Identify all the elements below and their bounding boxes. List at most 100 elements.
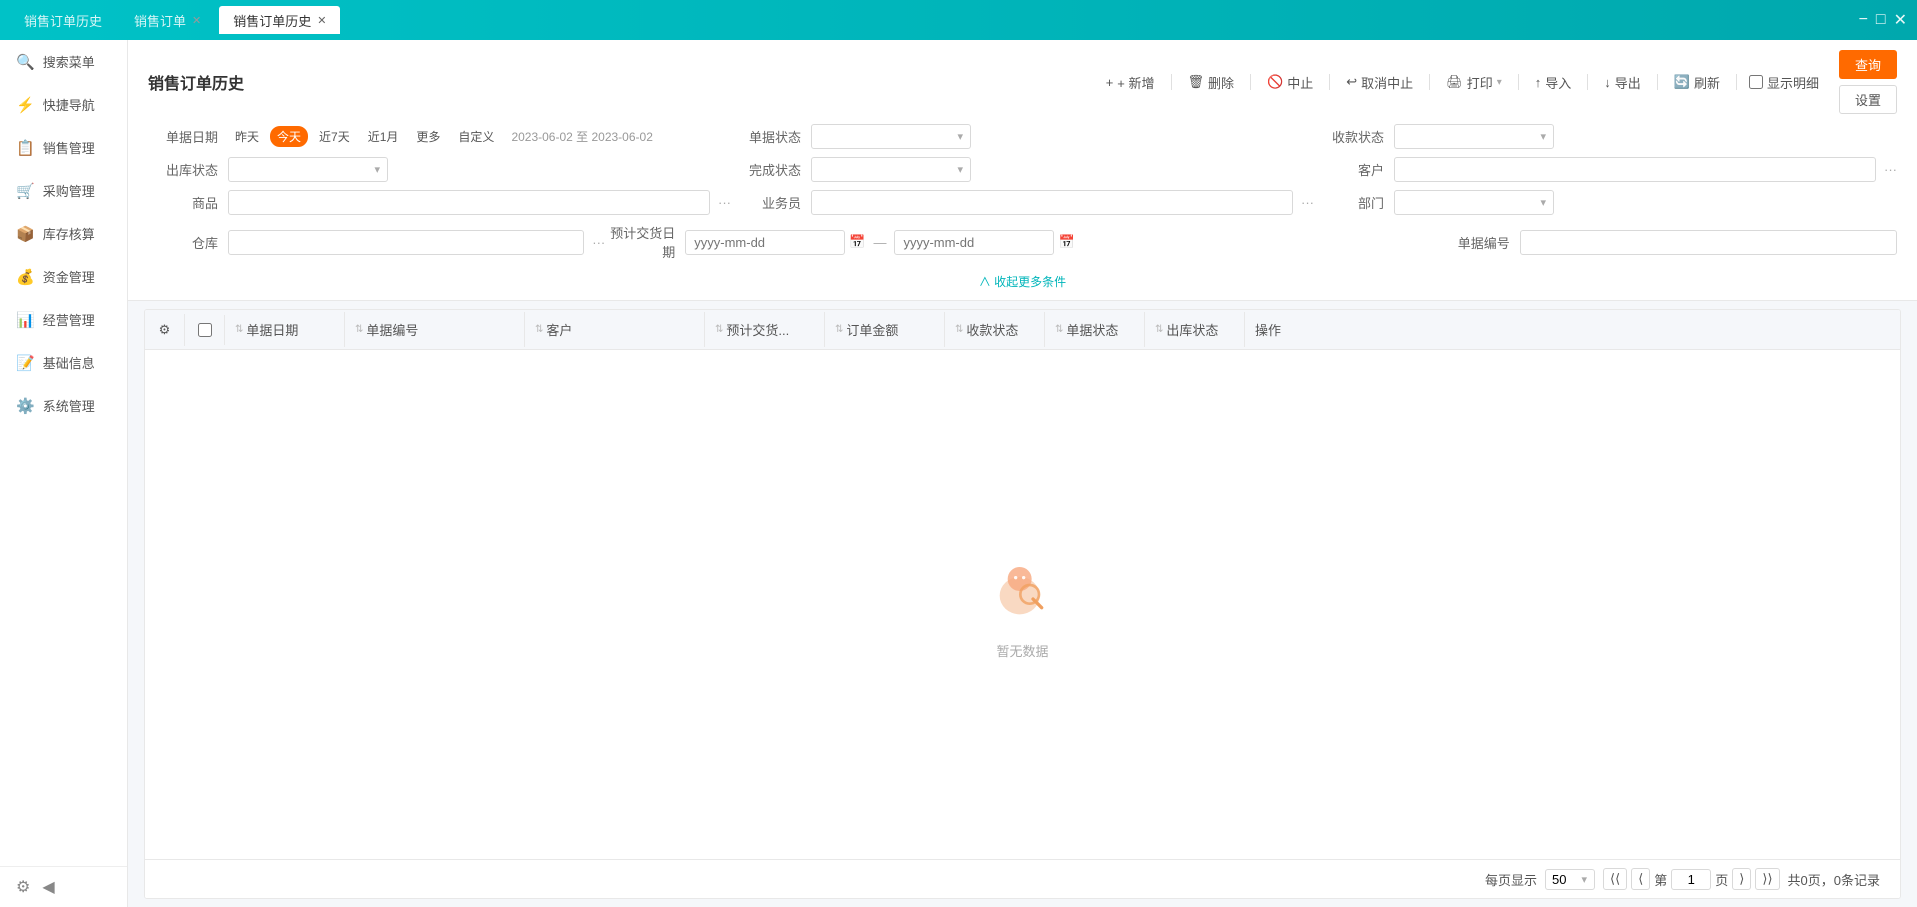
date-btn-more[interactable]: 更多 [409,126,447,147]
display-toggle[interactable]: 显示明细 [1749,73,1819,92]
th-amount-sort-icon[interactable]: ⇅ [835,324,843,335]
sidebar-collapse-icon[interactable]: ◀ [42,877,54,897]
status-select[interactable] [811,124,971,149]
delivery-date-start[interactable] [685,230,845,255]
salesman-dots-icon[interactable]: ··· [1301,195,1314,210]
page-first-button[interactable]: ⟨⟨ [1603,868,1627,890]
calendar-icon-start[interactable]: 📅 [849,234,865,250]
complete-select[interactable] [811,157,971,182]
tab-sales-order-history[interactable]: 销售订单历史 ✕ [219,6,340,34]
date-btn-custom[interactable]: 自定义 [451,126,501,147]
sidebar-item-system[interactable]: ⚙️ 系统管理 [0,384,127,427]
dept-select[interactable] [1394,190,1554,215]
page-prev-button[interactable]: ⟨ [1631,868,1650,890]
page-label-prefix: 第 [1654,870,1667,889]
th-delivery-sort-icon[interactable]: ⇅ [715,324,723,335]
print-chevron-icon: ▾ [1497,77,1502,88]
tab-sales-order-close[interactable]: ✕ [192,14,201,27]
refresh-button[interactable]: 🔄 刷新 [1670,71,1724,94]
tab-sales-order[interactable]: 销售订单 ✕ [120,6,215,34]
th-out-sort-icon[interactable]: ⇅ [1155,324,1163,335]
search-button[interactable]: 查询 [1839,50,1897,79]
sidebar-item-purchase-mgmt[interactable]: 🛒 采购管理 [0,169,127,212]
minimize-icon[interactable]: − [1859,11,1868,29]
complete-select-wrapper: ▾ [811,157,971,182]
th-delivery: ⇅ 预计交货... [705,312,825,347]
th-operation: 操作 [1245,312,1900,347]
collapse-arrow-icon: ∧ [979,275,991,289]
th-date-sort-icon[interactable]: ⇅ [235,324,243,335]
calendar-icon-end[interactable]: 📅 [1058,234,1074,250]
sidebar-settings-icon[interactable]: ⚙ [16,877,30,897]
cancel-stop-button[interactable]: ↩ 取消中止 [1342,71,1417,94]
th-pay-sort-icon[interactable]: ⇅ [955,324,963,335]
select-all-checkbox[interactable] [198,323,212,337]
sidebar-item-finance[interactable]: 💰 资金管理 [0,255,127,298]
date-btn-1month[interactable]: 近1月 [361,126,406,147]
export-icon: ↓ [1604,75,1611,90]
customer-input[interactable] [1394,157,1876,182]
sidebar-item-inventory-label: 库存核算 [43,224,95,243]
stop-label: 中止 [1287,73,1313,92]
main-layout: 🔍 搜索菜单 ⚡ 快捷导航 📋 销售管理 🛒 采购管理 📦 库存核算 💰 资金管… [0,40,1917,907]
tab-sales-order-history-close[interactable]: ✕ [317,14,326,27]
export-button[interactable]: ↓ 导出 [1600,71,1645,94]
sidebar-item-sales-mgmt[interactable]: 📋 销售管理 [0,126,127,169]
th-customer-label: 客户 [546,320,572,339]
goods-dots-icon[interactable]: ··· [718,195,731,210]
th-customer-sort-icon[interactable]: ⇅ [535,324,543,335]
quick-nav-icon: ⚡ [16,96,35,114]
th-number-sort-icon[interactable]: ⇅ [355,324,363,335]
page-number-input[interactable] [1671,869,1711,890]
delivery-date-end[interactable] [894,230,1054,255]
delete-button[interactable]: 🗑 删除 [1184,71,1239,94]
salesman-input[interactable] [811,190,1293,215]
sidebar-item-system-label: 系统管理 [43,396,95,415]
print-icon: 🖨 [1446,74,1463,90]
new-button[interactable]: + + 新增 [1102,71,1159,94]
date-btn-yesterday[interactable]: 昨天 [228,126,266,147]
sidebar-item-inventory[interactable]: 📦 库存核算 [0,212,127,255]
date-btn-today[interactable]: 今天 [270,126,308,147]
sidebar-item-search-menu[interactable]: 🔍 搜索菜单 [0,40,127,83]
window-close-icon[interactable]: ✕ [1894,10,1907,30]
top-bar: 销售订单历史 销售订单 ✕ 销售订单历史 ✕ − □ ✕ [0,0,1917,40]
page-last-button[interactable]: ⟩⟩ [1755,868,1779,890]
delivery-date-label: 预计交货日期 [605,223,685,261]
sidebar-item-search-menu-label: 搜索菜单 [43,52,95,71]
date-btn-7days[interactable]: 近7天 [312,126,357,147]
pay-status-select[interactable] [1394,124,1554,149]
system-icon: ⚙️ [16,397,35,415]
sidebar-bottom: ⚙ ◀ [0,866,127,907]
order-no-label: 单据编号 [1440,233,1520,252]
stop-button[interactable]: 🚫 中止 [1263,71,1317,94]
sidebar-item-base-info[interactable]: 📝 基础信息 [0,341,127,384]
settings-button[interactable]: 设置 [1839,85,1897,114]
page-next-button[interactable]: ⟩ [1732,868,1751,890]
maximize-icon[interactable]: □ [1876,11,1886,29]
sidebar-item-quick-nav[interactable]: ⚡ 快捷导航 [0,83,127,126]
tab-home[interactable]: 销售订单历史 [10,6,116,34]
th-gear[interactable]: ⚙ [145,314,185,346]
warehouse-dots-icon[interactable]: ··· [592,235,605,250]
th-check[interactable] [185,315,225,345]
total-text: 共0页，0条记录 [1788,870,1880,889]
sidebar-item-finance-label: 资金管理 [43,267,95,286]
inventory-icon: 📦 [16,225,35,243]
print-button[interactable]: 🖨 打印 ▾ [1442,71,1506,94]
order-no-input[interactable] [1520,230,1897,255]
page-size-select[interactable]: 10 20 50 100 [1545,869,1595,890]
filter-row-4: 仓库 ··· 预计交货日期 📅 — 📅 单据编号 [148,223,1897,261]
warehouse-input[interactable] [228,230,584,255]
out-status-select[interactable] [228,157,388,182]
divider-1 [1171,74,1172,90]
date-range-separator: — [869,235,890,250]
th-status-sort-icon[interactable]: ⇅ [1055,324,1063,335]
customer-dots-icon[interactable]: ··· [1884,162,1897,177]
th-number-label: 单据编号 [366,320,418,339]
sidebar-item-operation[interactable]: 📊 经营管理 [0,298,127,341]
display-toggle-checkbox[interactable] [1749,75,1763,89]
import-button[interactable]: ↑ 导入 [1531,71,1576,94]
collapse-bar[interactable]: ∧ 收起更多条件 [148,269,1897,294]
goods-input[interactable] [228,190,710,215]
